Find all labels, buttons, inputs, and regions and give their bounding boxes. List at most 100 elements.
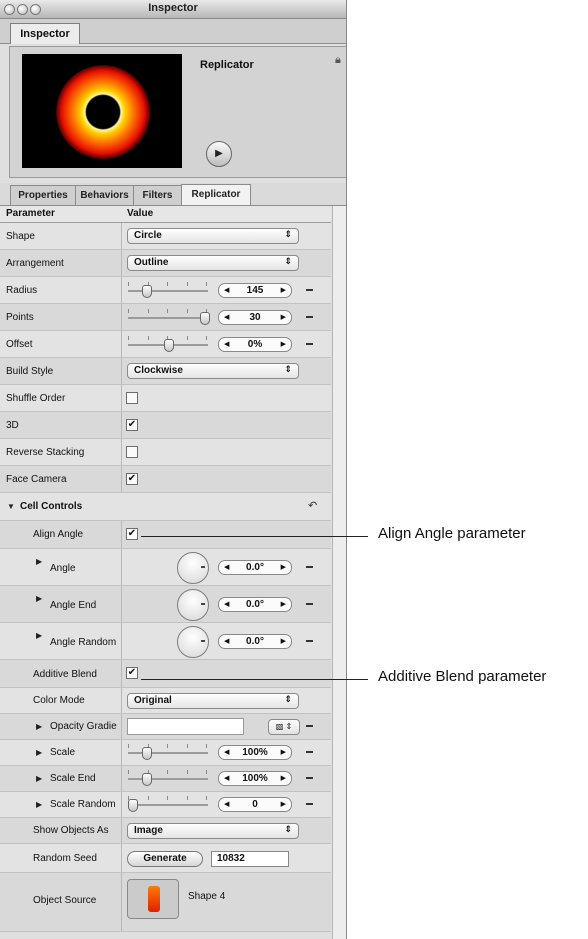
slider-knob[interactable] [142, 747, 153, 760]
slider-track[interactable] [128, 804, 208, 806]
shuffle-order-checkbox[interactable] [126, 392, 138, 404]
slider-track[interactable] [128, 290, 208, 292]
row-offset: Offset ◀ 0% ▶ [0, 331, 331, 358]
scale-random-slider[interactable] [128, 796, 208, 812]
tab-behaviors[interactable]: Behaviors [75, 185, 134, 205]
minus-icon[interactable] [306, 603, 313, 605]
scale-stepper[interactable]: ◀ 100% ▶ [218, 745, 292, 760]
slider-tick [206, 770, 207, 774]
angle-stepper[interactable]: ◀ 0.0° ▶ [218, 560, 292, 575]
disclosure-closed-icon[interactable]: ▶ [36, 722, 42, 731]
disclosure-closed-icon[interactable]: ▶ [36, 594, 42, 603]
row-scale: ▶ Scale ◀ 100% ▶ [0, 740, 331, 766]
slider-knob[interactable] [142, 773, 153, 786]
slider-knob[interactable] [164, 339, 174, 352]
disclosure-closed-icon[interactable]: ▶ [36, 748, 42, 757]
disclosure-closed-icon[interactable]: ▶ [36, 774, 42, 783]
row-show-objects-as: Show Objects As Image ⇕ [0, 818, 331, 844]
row-radius: Radius ◀ 145 ▶ [0, 277, 331, 304]
tab-properties[interactable]: Properties [10, 185, 76, 205]
show-objects-as-popup[interactable]: Image ⇕ [127, 823, 299, 839]
random-seed-field[interactable]: 10832 [211, 851, 289, 867]
row-arrangement: Arrangement Outline ⇕ [0, 250, 331, 277]
offset-label: Offset [6, 339, 33, 350]
slider-tick [147, 796, 149, 800]
additive-blend-checkbox[interactable]: ✔ [126, 667, 138, 679]
popup-arrows-icon: ⇕ [284, 256, 292, 266]
minus-icon[interactable] [306, 316, 313, 318]
minus-icon[interactable] [306, 803, 313, 805]
slider-tick [206, 336, 207, 340]
align-angle-checkbox[interactable]: ✔ [126, 528, 138, 540]
disclosure-closed-icon[interactable]: ▶ [36, 800, 42, 809]
opacity-gradient-field[interactable] [127, 718, 244, 735]
angle-end-stepper[interactable]: ◀ 0.0° ▶ [218, 597, 292, 612]
gradient-preset-popup[interactable]: ▧ ⇕ [268, 719, 300, 735]
row-cell-controls[interactable]: ▼ Cell Controls ↶ [0, 493, 331, 521]
object-source-well[interactable] [127, 879, 179, 919]
generate-button[interactable]: Generate [127, 851, 203, 867]
tab-inspector[interactable]: Inspector [10, 23, 80, 44]
slider-track[interactable] [128, 317, 208, 319]
disclosure-open-icon[interactable]: ▼ [7, 502, 15, 511]
reset-icon[interactable]: ↶ [308, 499, 317, 512]
minus-icon[interactable] [306, 725, 313, 727]
reverse-stacking-checkbox[interactable] [126, 446, 138, 458]
minus-icon[interactable] [306, 566, 313, 568]
scale-random-stepper[interactable]: ◀ 0 ▶ [218, 797, 292, 812]
callout-align-angle: Align Angle parameter [378, 525, 526, 542]
points-slider[interactable] [128, 309, 210, 325]
callout-line-align-angle [141, 536, 368, 537]
scale-slider[interactable] [128, 744, 208, 760]
inspector-window: Inspector Inspector Replicator 🔒︎ ▶ Prop… [0, 0, 347, 939]
slider-knob[interactable] [142, 285, 153, 298]
slider-track[interactable] [128, 752, 208, 754]
minus-icon[interactable] [306, 640, 313, 642]
minus-icon[interactable] [306, 289, 313, 291]
reverse-stacking-label: Reverse Stacking [6, 447, 85, 458]
face-camera-checkbox[interactable]: ✔ [126, 473, 138, 485]
scale-end-stepper[interactable]: ◀ 100% ▶ [218, 771, 292, 786]
row-object-source: Object Source Shape 4 [0, 873, 331, 932]
angle-dial[interactable] [177, 552, 209, 584]
row-random-seed: Random Seed Generate 10832 [0, 844, 331, 873]
object-name: Replicator [200, 59, 254, 71]
shuffle-order-label: Shuffle Order [6, 393, 66, 404]
build-style-popup[interactable]: Clockwise ⇕ [127, 363, 299, 379]
callout-additive-blend: Additive Blend parameter [378, 668, 547, 685]
tab-replicator[interactable]: Replicator [181, 184, 251, 205]
window-title: Inspector [148, 2, 198, 14]
face-camera-label: Face Camera [6, 474, 67, 485]
row-shape: Shape Circle ⇕ [0, 223, 331, 250]
slider-tick [186, 770, 188, 774]
angle-random-stepper[interactable]: ◀ 0.0° ▶ [218, 634, 292, 649]
angle-random-dial[interactable] [177, 626, 209, 658]
disclosure-closed-icon[interactable]: ▶ [36, 557, 42, 566]
minus-icon[interactable] [306, 777, 313, 779]
arrangement-popup[interactable]: Outline ⇕ [127, 255, 299, 271]
minus-icon[interactable] [306, 751, 313, 753]
offset-stepper[interactable]: ◀ 0% ▶ [218, 337, 292, 352]
points-stepper[interactable]: ◀ 30 ▶ [218, 310, 292, 325]
slider-knob[interactable] [128, 799, 138, 812]
scrollbar[interactable] [332, 206, 346, 939]
scale-end-slider[interactable] [128, 770, 208, 786]
radius-slider[interactable] [128, 282, 208, 298]
tab-filters[interactable]: Filters [133, 185, 182, 205]
disclosure-closed-icon[interactable]: ▶ [36, 631, 42, 640]
angle-end-dial[interactable] [177, 589, 209, 621]
popup-arrows-icon: ⇕ [284, 364, 292, 374]
radius-stepper[interactable]: ◀ 145 ▶ [218, 283, 292, 298]
slider-tick [167, 796, 168, 800]
minus-icon[interactable] [306, 343, 313, 345]
slider-track[interactable] [128, 778, 208, 780]
color-mode-popup[interactable]: Original ⇕ [127, 693, 299, 709]
offset-slider[interactable] [128, 336, 208, 352]
ring-image [56, 65, 150, 159]
play-button[interactable]: ▶ [206, 141, 232, 167]
slider-knob[interactable] [200, 312, 210, 325]
slider-tick [186, 336, 188, 340]
3d-checkbox[interactable]: ✔ [126, 419, 138, 431]
shape-popup[interactable]: Circle ⇕ [127, 228, 299, 244]
lock-icon[interactable]: 🔒︎ [335, 54, 341, 67]
